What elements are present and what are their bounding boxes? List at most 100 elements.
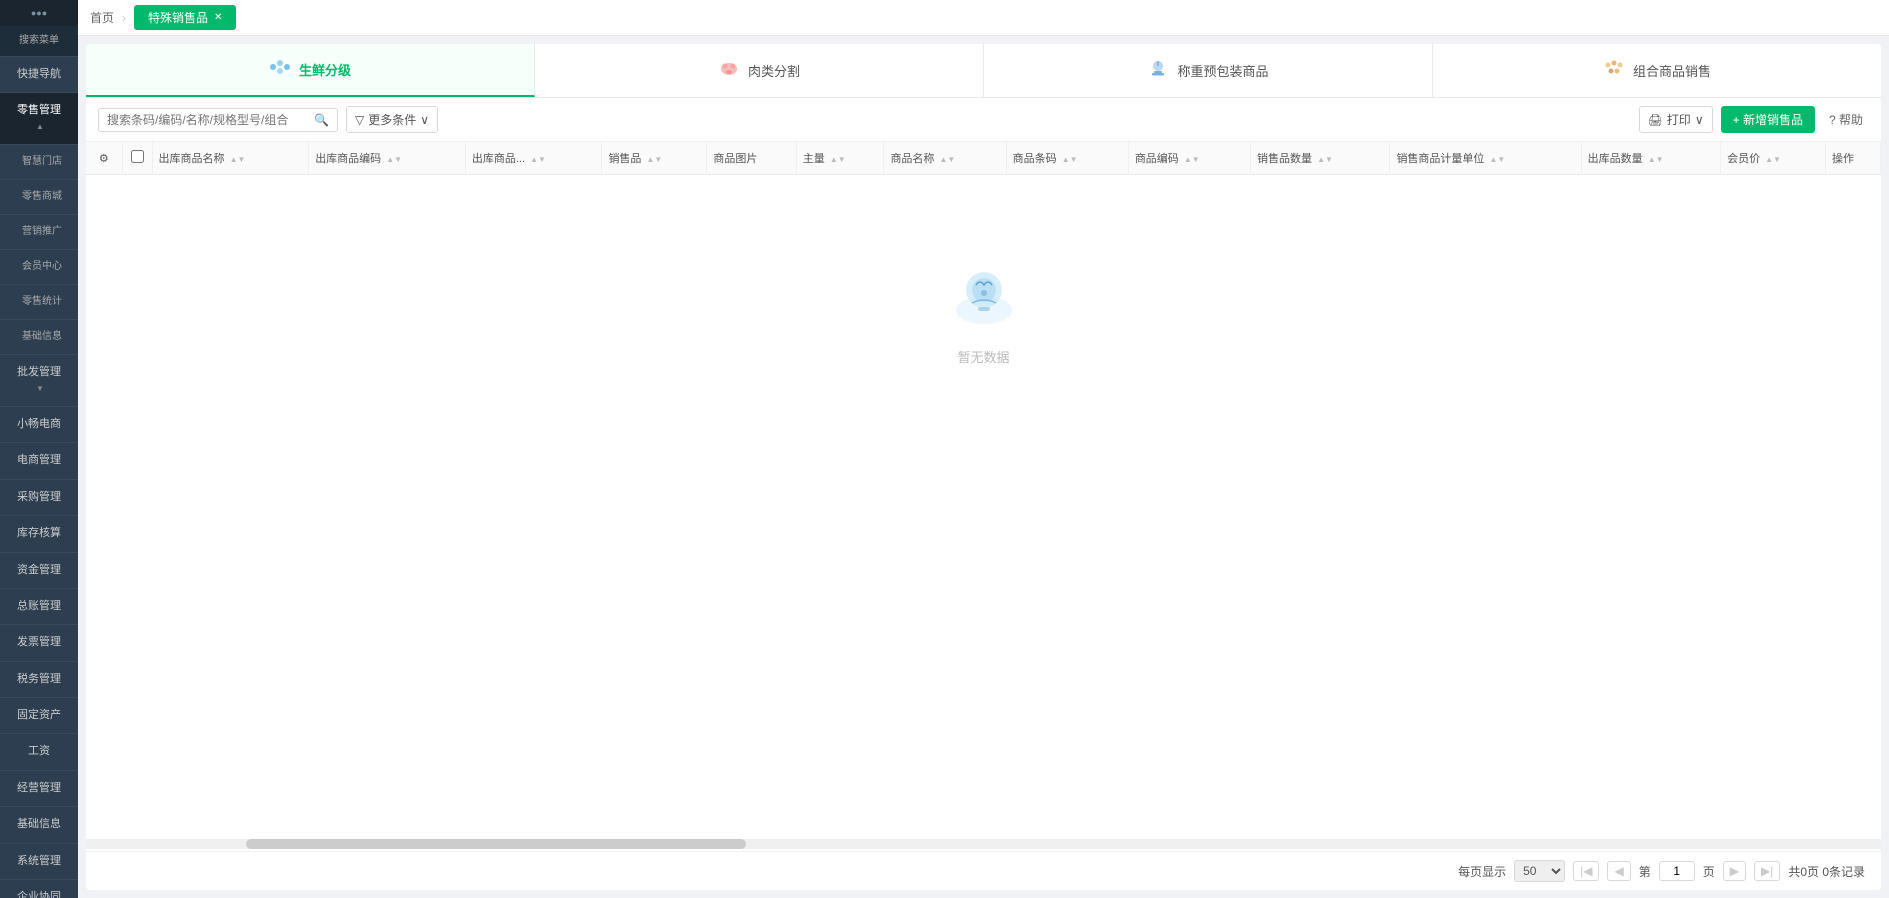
th-sale-qty[interactable]: 销售品数量 ▲▼ — [1251, 142, 1390, 175]
first-page-button[interactable]: |◀ — [1573, 861, 1599, 881]
table-header-row: ⚙ 出库商品名称 ▲▼ 出库商品编码 ▲▼ — [86, 142, 1881, 175]
sort-barcode[interactable]: ▲▼ — [1062, 156, 1078, 164]
th-main-weight[interactable]: 主量 ▲▼ — [796, 142, 884, 175]
sidebar-item-inventory[interactable]: 库存核算 — [0, 516, 78, 552]
th-out-code[interactable]: 出库商品编码 ▲▼ — [309, 142, 466, 175]
sidebar-item-corp-agreement[interactable]: 企业协同 — [0, 880, 78, 898]
th-out-name[interactable]: 出库商品名称 ▲▼ — [152, 142, 309, 175]
print-button[interactable]: 🖨 打印 ∨ — [1639, 106, 1713, 133]
sidebar-item-ecom-mgmt[interactable]: 电商管理 — [0, 443, 78, 479]
tab-meat-cut[interactable]: 肉类分割 — [535, 44, 984, 97]
th-out-spec[interactable]: 出库商品... ▲▼ — [465, 142, 602, 175]
scrollbar-thumb[interactable] — [246, 839, 746, 849]
page-number-input[interactable] — [1659, 861, 1695, 881]
search-box[interactable]: 🔍 — [98, 108, 338, 132]
sidebar-item-marketing[interactable]: 营销推广 — [0, 215, 78, 250]
sort-product-name[interactable]: ▲▼ — [940, 156, 956, 164]
sort-out-spec[interactable]: ▲▼ — [530, 156, 546, 164]
sidebar-item-retail-stats[interactable]: 零售统计 — [0, 285, 78, 320]
th-product-name[interactable]: 商品名称 ▲▼ — [884, 142, 1006, 175]
scale-pack-icon — [1147, 59, 1169, 82]
sidebar-item-wholesale-mgmt[interactable]: 批发管理 ▼ — [0, 355, 78, 407]
page-size-select[interactable]: 50 10 20 100 — [1514, 860, 1565, 882]
print-arrow: ∨ — [1695, 113, 1704, 127]
main-content: 首页 › 特殊销售品 ✕ 生鲜分级 — [78, 0, 1889, 898]
sort-sale-qty[interactable]: ▲▼ — [1317, 156, 1333, 164]
add-label: + 新增销售品 — [1733, 111, 1803, 128]
sidebar-item-retail-mgmt[interactable]: 零售管理 ▲ — [0, 93, 78, 145]
filter-arrow-icon: ∨ — [420, 113, 429, 127]
sort-member-price[interactable]: ▲▼ — [1765, 156, 1781, 164]
sidebar-item-smart-store[interactable]: 智慧门店 — [0, 145, 78, 180]
meat-cut-icon — [718, 59, 740, 82]
sidebar-item-basic-info[interactable]: 基础信息 — [0, 320, 78, 355]
filter-button[interactable]: ▽ 更多条件 ∨ — [346, 106, 438, 133]
sort-out-name[interactable]: ▲▼ — [230, 156, 246, 164]
th-product-code[interactable]: 商品编码 ▲▼ — [1128, 142, 1250, 175]
current-tab[interactable]: 特殊销售品 ✕ — [134, 5, 236, 30]
add-sale-item-button[interactable]: + 新增销售品 — [1721, 106, 1815, 133]
th-operation: 操作 — [1826, 142, 1881, 175]
wholesale-arrow: ▼ — [36, 384, 44, 393]
sidebar-item-retail-mall[interactable]: 零售商城 — [0, 180, 78, 215]
toolbar: 🔍 ▽ 更多条件 ∨ 🖨 打印 ∨ + 新增销售品 ? 帮助 — [86, 98, 1881, 142]
sort-sale-item[interactable]: ▲▼ — [647, 156, 663, 164]
print-icon: 🖨 — [1648, 113, 1663, 127]
tab-close-icon[interactable]: ✕ — [214, 12, 222, 23]
combo-sale-icon — [1603, 59, 1625, 82]
sort-out-qty[interactable]: ▲▼ — [1648, 156, 1664, 164]
th-member-price[interactable]: 会员价 ▲▼ — [1721, 142, 1826, 175]
sidebar-item-mini-ecom[interactable]: 小畅电商 — [0, 407, 78, 443]
sidebar-item-purchase-mgmt[interactable]: 采购管理 — [0, 480, 78, 516]
th-sale-unit[interactable]: 销售商品计量单位 ▲▼ — [1390, 142, 1581, 175]
tab-combo-sale[interactable]: 组合商品销售 — [1433, 44, 1881, 97]
help-button[interactable]: ? 帮助 — [1823, 107, 1869, 132]
page-label-after: 页 — [1703, 863, 1715, 880]
tab-fresh-grade[interactable]: 生鲜分级 — [86, 44, 535, 97]
search-input[interactable] — [107, 113, 310, 127]
prev-page-button[interactable]: ◀ — [1607, 861, 1630, 881]
sidebar-logo: ●●● — [0, 0, 78, 26]
sidebar-item-membership[interactable]: 会员中心 — [0, 250, 78, 285]
sidebar-item-ops-mgmt[interactable]: 经营管理 — [0, 771, 78, 807]
sidebar-item-fund-mgmt[interactable]: 资金管理 — [0, 553, 78, 589]
tab-scale-pack[interactable]: 称重预包装商品 — [984, 44, 1433, 97]
th-checkbox[interactable] — [122, 142, 152, 175]
th-sale-item[interactable]: 销售品 ▲▼ — [602, 142, 707, 175]
sidebar-item-fixed-assets[interactable]: 固定资产 — [0, 698, 78, 734]
sort-main-weight[interactable]: ▲▼ — [830, 156, 846, 164]
next-page-button[interactable]: ▶ — [1723, 861, 1746, 881]
empty-state-icon — [944, 255, 1024, 335]
top-bar: 首页 › 特殊销售品 ✕ — [78, 0, 1889, 36]
sidebar-item-invoice-mgmt[interactable]: 发票管理 — [0, 625, 78, 661]
th-out-qty[interactable]: 出库品数量 ▲▼ — [1581, 142, 1720, 175]
sidebar-item-sys-mgmt[interactable]: 系统管理 — [0, 844, 78, 880]
sidebar-item-tax-mgmt[interactable]: 税务管理 — [0, 662, 78, 698]
sidebar-item-general-ledger[interactable]: 总账管理 — [0, 589, 78, 625]
search-icon[interactable]: 🔍 — [314, 113, 329, 127]
sidebar-item-search-menu[interactable]: 搜索菜单 — [0, 26, 78, 57]
empty-text: 暂无数据 — [957, 347, 1009, 366]
empty-state: 暂无数据 — [86, 175, 1881, 446]
th-settings[interactable]: ⚙ — [86, 142, 122, 175]
sort-out-code[interactable]: ▲▼ — [386, 156, 402, 164]
breadcrumb-home[interactable]: 首页 — [90, 9, 114, 26]
th-product-img[interactable]: 商品图片 — [707, 142, 796, 175]
combo-sale-label: 组合商品销售 — [1633, 61, 1711, 80]
sidebar-item-quick-nav[interactable]: 快捷导航 — [0, 57, 78, 93]
sidebar: ●●● 搜索菜单 快捷导航 零售管理 ▲ 智慧门店 零售商城 营销推广 会员中心… — [0, 0, 78, 898]
th-barcode[interactable]: 商品条码 ▲▼ — [1006, 142, 1128, 175]
print-label: 打印 — [1667, 111, 1691, 128]
sidebar-item-salary[interactable]: 工资 — [0, 734, 78, 770]
sidebar-item-basic-info2[interactable]: 基础信息 — [0, 807, 78, 843]
sort-product-code[interactable]: ▲▼ — [1184, 156, 1200, 164]
settings-icon[interactable]: ⚙ — [99, 153, 109, 165]
horizontal-scrollbar[interactable] — [86, 839, 1881, 849]
total-label: 共0页 0条记录 — [1788, 863, 1865, 880]
last-page-button[interactable]: ▶| — [1754, 861, 1780, 881]
select-all-checkbox[interactable] — [131, 150, 144, 163]
filter-icon: ▽ — [355, 113, 364, 127]
data-table: ⚙ 出库商品名称 ▲▼ 出库商品编码 ▲▼ — [86, 142, 1881, 175]
sort-sale-unit[interactable]: ▲▼ — [1490, 156, 1506, 164]
help-icon: ? — [1829, 113, 1836, 127]
